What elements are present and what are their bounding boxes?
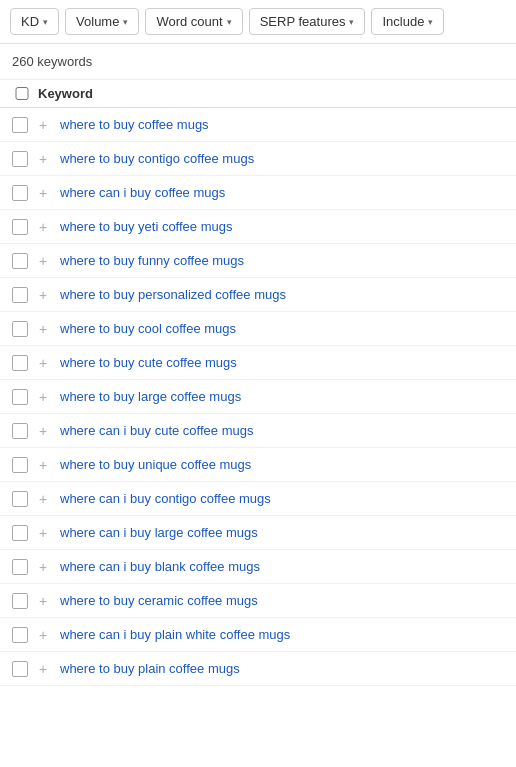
row-checkbox[interactable]: [12, 661, 28, 677]
table-row: + where can i buy blank coffee mugs: [0, 550, 516, 584]
table-row: + where to buy yeti coffee mugs: [0, 210, 516, 244]
keyword-link[interactable]: where can i buy plain white coffee mugs: [60, 627, 290, 642]
row-checkbox[interactable]: [12, 389, 28, 405]
row-checkbox[interactable]: [12, 253, 28, 269]
keyword-link[interactable]: where can i buy large coffee mugs: [60, 525, 258, 540]
keyword-list: + where to buy coffee mugs + where to buy c…: [0, 108, 516, 686]
toolbar: KD ▾ Volume ▾ Word count ▾ SERP features…: [0, 0, 516, 44]
keyword-link[interactable]: where can i buy coffee mugs: [60, 185, 225, 200]
row-checkbox[interactable]: [12, 457, 28, 473]
keyword-link[interactable]: where to buy yeti coffee mugs: [60, 219, 232, 234]
add-keyword-icon[interactable]: +: [34, 184, 52, 202]
add-keyword-icon[interactable]: +: [34, 116, 52, 134]
volume-filter-button[interactable]: Volume ▾: [65, 8, 139, 35]
table-row: + where to buy personalized coffee mugs: [0, 278, 516, 312]
keyword-link[interactable]: where to buy coffee mugs: [60, 117, 209, 132]
word-count-chevron-icon: ▾: [227, 17, 232, 27]
add-keyword-icon[interactable]: +: [34, 320, 52, 338]
keyword-link[interactable]: where can i buy contigo coffee mugs: [60, 491, 271, 506]
add-keyword-icon[interactable]: +: [34, 456, 52, 474]
keyword-column-header: Keyword: [38, 86, 93, 101]
serp-features-filter-button[interactable]: SERP features ▾: [249, 8, 366, 35]
keyword-link[interactable]: where can i buy cute coffee mugs: [60, 423, 253, 438]
keyword-link[interactable]: where to buy cool coffee mugs: [60, 321, 236, 336]
table-row: + where can i buy coffee mugs: [0, 176, 516, 210]
include-label: Include: [382, 14, 424, 29]
add-keyword-icon[interactable]: +: [34, 388, 52, 406]
table-header: Keyword: [0, 80, 516, 108]
keyword-link[interactable]: where to buy cute coffee mugs: [60, 355, 237, 370]
row-checkbox[interactable]: [12, 593, 28, 609]
table-row: + where to buy cute coffee mugs: [0, 346, 516, 380]
keyword-link[interactable]: where to buy large coffee mugs: [60, 389, 241, 404]
table-row: + where can i buy plain white coffee mugs: [0, 618, 516, 652]
keyword-link[interactable]: where to buy unique coffee mugs: [60, 457, 251, 472]
table-row: + where to buy cool coffee mugs: [0, 312, 516, 346]
serp-features-chevron-icon: ▾: [349, 17, 354, 27]
include-chevron-icon: ▾: [428, 17, 433, 27]
table-row: + where to buy unique coffee mugs: [0, 448, 516, 482]
word-count-filter-button[interactable]: Word count ▾: [145, 8, 242, 35]
include-filter-button[interactable]: Include ▾: [371, 8, 444, 35]
row-checkbox[interactable]: [12, 287, 28, 303]
table-row: + where can i buy large coffee mugs: [0, 516, 516, 550]
table-row: + where to buy coffee mugs: [0, 108, 516, 142]
add-keyword-icon[interactable]: +: [34, 422, 52, 440]
keyword-link[interactable]: where to buy personalized coffee mugs: [60, 287, 286, 302]
row-checkbox[interactable]: [12, 525, 28, 541]
add-keyword-icon[interactable]: +: [34, 150, 52, 168]
volume-label: Volume: [76, 14, 119, 29]
row-checkbox[interactable]: [12, 117, 28, 133]
add-keyword-icon[interactable]: +: [34, 592, 52, 610]
add-keyword-icon[interactable]: +: [34, 490, 52, 508]
row-checkbox[interactable]: [12, 219, 28, 235]
table-row: + where to buy contigo coffee mugs: [0, 142, 516, 176]
row-checkbox[interactable]: [12, 559, 28, 575]
serp-features-label: SERP features: [260, 14, 346, 29]
kd-label: KD: [21, 14, 39, 29]
keyword-link[interactable]: where to buy ceramic coffee mugs: [60, 593, 258, 608]
table-row: + where to buy funny coffee mugs: [0, 244, 516, 278]
table-row: + where can i buy contigo coffee mugs: [0, 482, 516, 516]
keyword-link[interactable]: where to buy contigo coffee mugs: [60, 151, 254, 166]
row-checkbox[interactable]: [12, 627, 28, 643]
add-keyword-icon[interactable]: +: [34, 218, 52, 236]
table-row: + where to buy large coffee mugs: [0, 380, 516, 414]
add-keyword-icon[interactable]: +: [34, 286, 52, 304]
keyword-link[interactable]: where to buy plain coffee mugs: [60, 661, 240, 676]
keyword-count: 260 keywords: [0, 44, 516, 80]
select-all-checkbox[interactable]: [12, 87, 32, 100]
add-keyword-icon[interactable]: +: [34, 524, 52, 542]
add-keyword-icon[interactable]: +: [34, 626, 52, 644]
add-keyword-icon[interactable]: +: [34, 354, 52, 372]
word-count-label: Word count: [156, 14, 222, 29]
row-checkbox[interactable]: [12, 321, 28, 337]
row-checkbox[interactable]: [12, 355, 28, 371]
table-row: + where can i buy cute coffee mugs: [0, 414, 516, 448]
add-keyword-icon[interactable]: +: [34, 558, 52, 576]
row-checkbox[interactable]: [12, 185, 28, 201]
row-checkbox[interactable]: [12, 151, 28, 167]
table-row: + where to buy ceramic coffee mugs: [0, 584, 516, 618]
row-checkbox[interactable]: [12, 491, 28, 507]
add-keyword-icon[interactable]: +: [34, 660, 52, 678]
keyword-link[interactable]: where to buy funny coffee mugs: [60, 253, 244, 268]
kd-filter-button[interactable]: KD ▾: [10, 8, 59, 35]
volume-chevron-icon: ▾: [123, 17, 128, 27]
row-checkbox[interactable]: [12, 423, 28, 439]
kd-chevron-icon: ▾: [43, 17, 48, 27]
add-keyword-icon[interactable]: +: [34, 252, 52, 270]
keyword-link[interactable]: where can i buy blank coffee mugs: [60, 559, 260, 574]
table-row: + where to buy plain coffee mugs: [0, 652, 516, 686]
